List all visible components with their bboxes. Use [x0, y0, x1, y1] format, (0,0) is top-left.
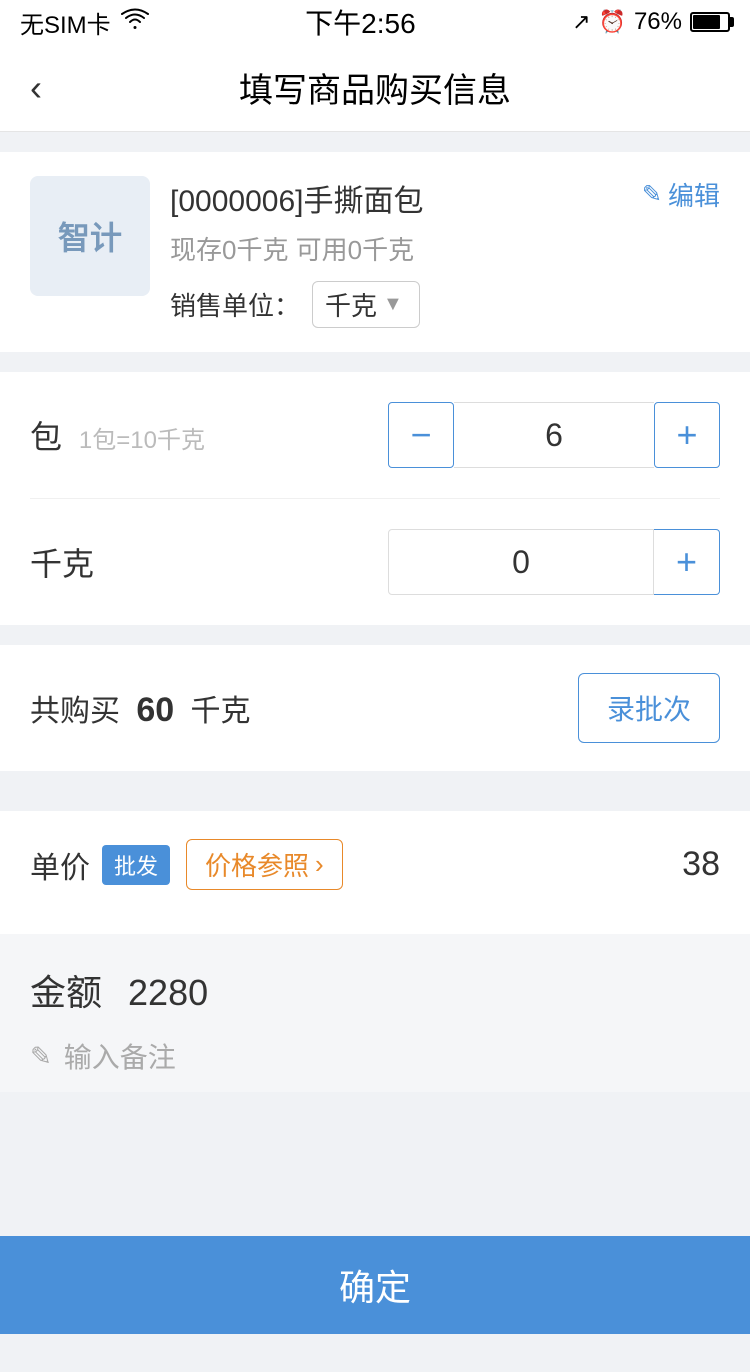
bao-plus-button[interactable]: +	[654, 402, 720, 468]
confirm-label: 确定	[339, 1259, 411, 1311]
status-time: 下午2:56	[305, 2, 416, 42]
battery-percent: 76%	[634, 8, 682, 36]
quantity-section: 包 1包=10千克 − + 千克 +	[0, 372, 750, 625]
nav-bar: ‹ 填写商品购买信息	[0, 44, 750, 132]
status-left: 无SIM卡	[20, 5, 149, 40]
bao-input[interactable]	[454, 402, 654, 468]
kg-controls: +	[388, 529, 720, 595]
page-title: 填写商品购买信息	[239, 63, 511, 112]
pencil-icon: ✎	[30, 1041, 52, 1072]
status-bar: 无SIM卡 下午2:56 ↗ ⏰ 76%	[0, 0, 750, 44]
unit-arrow-icon: ▼	[383, 293, 403, 316]
gps-icon: ↗	[572, 9, 590, 35]
product-stock: 现存0千克 可用0千克	[170, 230, 720, 267]
price-tag: 批发	[102, 845, 170, 885]
unit-value: 千克	[325, 286, 377, 323]
bao-minus-button[interactable]: −	[388, 402, 454, 468]
product-card: 智计 [0000006]手撕面包 现存0千克 可用0千克 销售单位： 千克 ▼ …	[0, 152, 750, 352]
total-text: 共购买 60 千克	[30, 686, 578, 730]
price-section: 单价 批发 价格参照 › 38	[0, 811, 750, 934]
edit-label: 编辑	[668, 176, 720, 213]
back-button[interactable]: ‹	[30, 67, 42, 109]
confirm-button[interactable]: 确定	[0, 1236, 750, 1334]
price-ref-label: 价格参照	[205, 846, 309, 883]
total-label: 共购买	[30, 695, 120, 728]
product-info: [0000006]手撕面包 现存0千克 可用0千克 销售单位： 千克 ▼	[170, 176, 720, 328]
bao-quantity-row: 包 1包=10千克 − +	[30, 372, 720, 499]
amount-section: 金额 2280 ✎ 输入备注	[0, 934, 750, 1092]
product-unit-row: 销售单位： 千克 ▼	[170, 281, 720, 328]
amount-label: 金额	[30, 972, 102, 1013]
price-ref-arrow-icon: ›	[315, 849, 324, 880]
total-amount: 60	[136, 691, 174, 729]
battery-icon	[690, 12, 730, 32]
edit-icon: ✎	[642, 180, 662, 209]
edit-button[interactable]: ✎ 编辑	[642, 176, 720, 213]
amount-row: 金额 2280	[30, 964, 720, 1016]
status-right: ↗ ⏰ 76%	[572, 8, 730, 36]
remark-row[interactable]: ✎ 输入备注	[30, 1036, 720, 1076]
kg-label: 千克	[30, 539, 388, 585]
section-divider-3	[0, 771, 750, 791]
product-logo: 智计	[58, 213, 122, 259]
bao-hint: 1包=10千克	[79, 427, 205, 454]
price-ref-button[interactable]: 价格参照 ›	[186, 839, 343, 890]
price-label: 单价	[30, 843, 90, 887]
bao-controls: − +	[388, 402, 720, 468]
kg-quantity-row: 千克 +	[30, 499, 720, 625]
unit-selector[interactable]: 千克 ▼	[312, 281, 420, 328]
total-unit: 千克	[191, 695, 251, 728]
remark-placeholder: 输入备注	[64, 1036, 176, 1076]
back-icon: ‹	[30, 67, 42, 108]
batch-button[interactable]: 录批次	[578, 673, 720, 743]
wifi-icon	[121, 8, 149, 37]
product-thumbnail: 智计	[30, 176, 150, 296]
section-divider-1	[0, 352, 750, 372]
price-row: 单价 批发 价格参照 › 38	[30, 839, 720, 890]
amount-value: 2280	[128, 972, 208, 1013]
carrier-text: 无SIM卡	[20, 5, 111, 40]
product-name: [0000006]手撕面包	[170, 176, 720, 220]
total-section: 共购买 60 千克 录批次	[0, 645, 750, 771]
price-value: 38	[343, 845, 720, 884]
unit-label: 销售单位：	[170, 286, 300, 323]
bao-label: 包 1包=10千克	[30, 412, 388, 458]
kg-input[interactable]	[388, 529, 654, 595]
bao-label-text: 包	[30, 419, 62, 455]
total-row: 共购买 60 千克 录批次	[30, 645, 720, 771]
section-divider-2	[0, 625, 750, 645]
kg-plus-button[interactable]: +	[654, 529, 720, 595]
alarm-icon: ⏰	[599, 9, 626, 35]
